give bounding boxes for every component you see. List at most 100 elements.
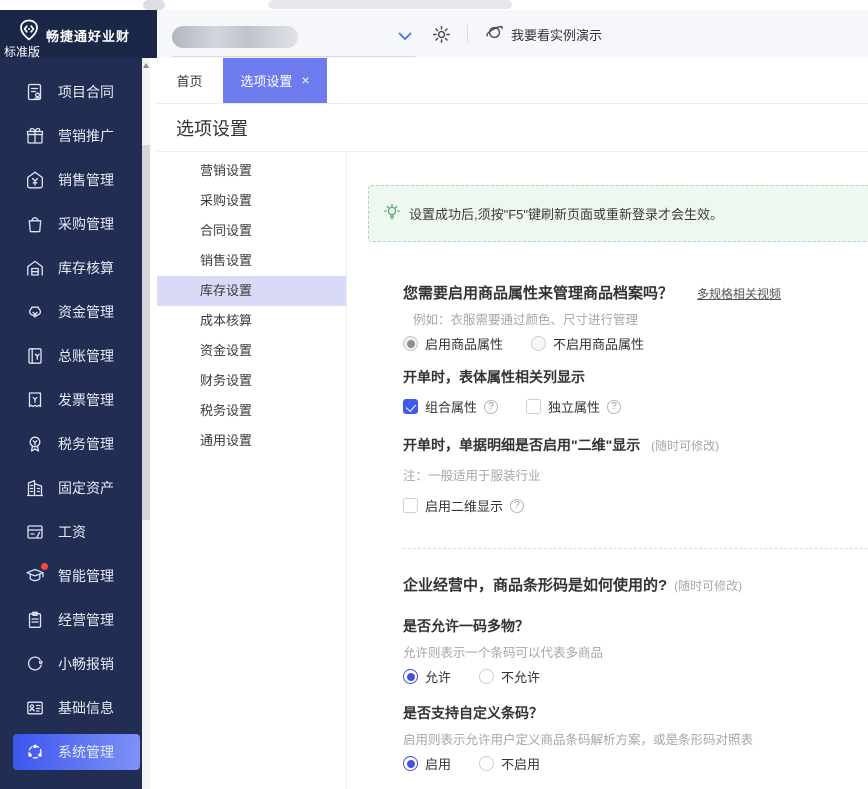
radio-disallow[interactable]: 不允许 [479,667,540,686]
settings-submenu: 营销设置 采购设置 合同设置 销售设置 库存设置 成本核算 资金设置 财务设置 税务设置 通用设置 [157,152,347,789]
columns-display-title: 开单时，表体属性相关列显示 [403,369,585,385]
refresh-notice: 设置成功后,须按"F5"键刷新页面或重新登录才会生效。 [368,185,868,242]
custom-barcode-hint: 启用则表示允许用户定义商品条码解析方案，或是条形码对照表 [403,733,754,747]
question-barcode: 企业经营中，商品条形码是如何使用的? [403,577,668,594]
gear-icon[interactable] [432,25,451,44]
radio-icon [479,756,495,771]
scrollbar-thumb[interactable] [142,145,150,520]
sidebar-item-operations[interactable]: 经营管理 [0,598,142,642]
sidebar-item-basic-info[interactable]: 基础信息 [0,686,142,730]
sidebar-item-fixed-assets[interactable]: 固定资产 [0,466,142,510]
blurred-artifact [143,0,165,10]
sidebar-nav: 项目合同 营销推广 销售管理 采购管理 库存核算 资金管理 总账管理 发票管理 … [0,58,142,789]
dim-hint: 注：一般适用于服装行业 [403,469,541,483]
tab-options-settings[interactable]: 选项设置 [223,58,327,103]
submenu-item-10[interactable]: 通用设置 [157,426,346,456]
editable-note: (随时可修改) [651,439,720,453]
checkbox-enable-2d-display[interactable]: 启用二维显示 [403,496,525,515]
topbar: 我要看实例演示 [157,10,868,58]
sidebar-item-project-contract[interactable]: 项目合同 [0,70,142,114]
basic-info-icon [25,698,45,718]
demo-planet-icon [485,24,504,44]
expense-icon [25,654,45,674]
marketing-icon [25,126,45,146]
radio-disable[interactable]: 不启用 [479,754,540,773]
purchase-icon [25,214,45,234]
sidebar-item-invoice[interactable]: 发票管理 [0,378,142,422]
topbar-divider [467,25,468,43]
tab-close-icon[interactable] [301,73,309,88]
scroll-up-arrow-icon[interactable] [143,63,149,68]
checkbox-icon [526,399,542,414]
sidebar-item-smart[interactable]: 智能管理 [0,554,142,598]
invoice-icon [25,390,45,410]
page-title: 选项设置 [157,104,868,152]
radio-enable-product-attr[interactable]: 启用商品属性 [403,334,503,353]
submenu-item-5[interactable]: 库存设置 [157,276,346,306]
company-selector[interactable] [172,26,415,57]
sidebar-item-expense[interactable]: 小畅报销 [0,642,142,686]
editable-note: (随时可修改) [674,579,743,593]
sidebar-item-inventory[interactable]: 库存核算 [0,246,142,290]
radio-disable-product-attr[interactable]: 不启用商品属性 [531,334,644,353]
sidebar-item-ledger[interactable]: 总账管理 [0,334,142,378]
radio-icon [479,669,495,684]
app-window: 畅捷通好业财 标准版 项目合同 营销推广 销售管理 采购管理 库存核算 资金管理… [0,0,868,789]
inventory-icon [25,258,45,278]
fixed-assets-icon [25,478,45,498]
sidebar-item-purchase[interactable]: 采购管理 [0,202,142,246]
settings-content: 设置成功后,须按"F5"键刷新页面或重新登录才会生效。 您需要启用商品属性来管理… [347,152,868,789]
submenu-item-6[interactable]: 成本核算 [157,306,346,336]
question-custom-barcode: 是否支持自定义条码？ [403,705,543,721]
funds-icon [25,302,45,322]
multi-item-code-hint: 允许则表示一个条码可以代表多商品 [403,646,604,660]
system-icon [25,742,45,762]
company-name-redacted [172,26,298,48]
checkbox-independent-attr[interactable]: 独立属性 [526,397,622,416]
question-multi-item-code: 是否允许一码多物？ [403,618,529,634]
bulb-icon [384,203,400,224]
sales-icon [25,170,45,190]
submenu-item-9[interactable]: 税务设置 [157,396,346,426]
demo-button[interactable]: 我要看实例演示 [485,24,602,44]
help-icon[interactable] [607,399,622,414]
dim-display-title: 开单时，单据明细是否启用"二维"显示 [403,437,641,453]
radio-enable[interactable]: 启用 [403,754,451,773]
sidebar-scrollbar[interactable] [142,58,150,789]
submenu-item-1[interactable]: 营销设置 [157,156,346,186]
sidebar-item-salary[interactable]: 工资 [0,510,142,554]
radio-icon [403,336,418,351]
checkbox-icon [403,399,418,414]
help-icon[interactable] [510,498,525,513]
tab-home[interactable]: 首页 [165,58,214,103]
brand-name: 畅捷通好业财 [46,29,131,44]
operations-icon [25,610,45,630]
notice-text: 设置成功后,须按"F5"键刷新页面或重新登录才会生效。 [409,207,724,222]
sidebar-item-funds[interactable]: 资金管理 [0,290,142,334]
salary-icon [25,522,45,542]
checkbox-combo-attr[interactable]: 组合属性 [403,397,499,416]
chevron-down-icon [398,28,412,46]
product-attr-hint: 例如：衣服需要通过颜色、尺寸进行管理 [413,313,639,327]
help-icon[interactable] [484,399,499,414]
submenu-item-3[interactable]: 合同设置 [157,216,346,246]
tab-bar: 首页 选项设置 [157,58,868,104]
radio-allow[interactable]: 允许 [403,667,451,686]
demo-label: 我要看实例演示 [511,27,603,43]
sidebar-item-tax[interactable]: 税务管理 [0,422,142,466]
tax-icon [25,434,45,454]
tab-label: 选项设置 [240,74,293,89]
submenu-item-8[interactable]: 财务设置 [157,366,346,396]
sidebar-item-system[interactable]: 系统管理 [0,730,142,774]
sidebar-item-sales[interactable]: 销售管理 [0,158,142,202]
multispec-video-link[interactable]: 多规格相关视频 [697,285,781,302]
sidebar-item-marketing[interactable]: 营销推广 [0,114,142,158]
radio-icon [403,756,418,771]
submenu-item-4[interactable]: 销售设置 [157,246,346,276]
section-divider [403,548,868,549]
submenu-item-7[interactable]: 资金设置 [157,336,346,366]
notification-dot [41,563,48,570]
submenu-item-2[interactable]: 采购设置 [157,186,346,216]
checkbox-icon [403,498,418,513]
question-product-attr: 您需要启用商品属性来管理商品档案吗？ [403,285,674,302]
